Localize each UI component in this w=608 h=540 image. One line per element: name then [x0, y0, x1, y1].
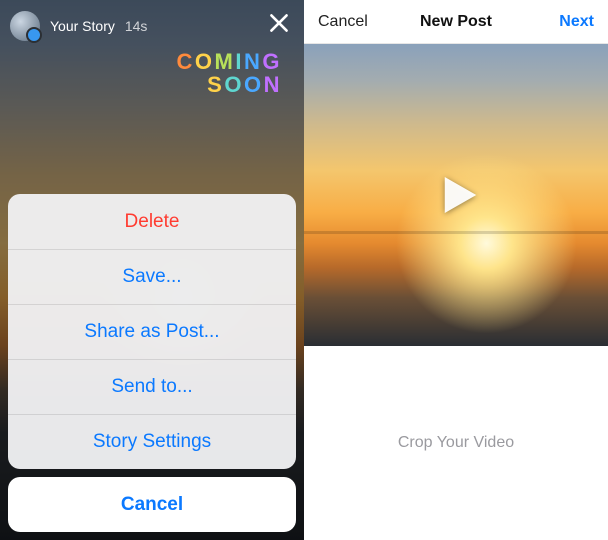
close-icon[interactable] — [266, 10, 292, 36]
nav-cancel-button[interactable]: Cancel — [318, 13, 378, 31]
story-title: Your Story — [50, 18, 115, 34]
story-settings-button[interactable]: Story Settings — [8, 414, 296, 469]
video-preview[interactable] — [304, 44, 608, 346]
crop-hint-area: Crop Your Video — [304, 346, 608, 540]
cancel-button[interactable]: Cancel — [8, 477, 296, 532]
action-sheet-group: Delete Save... Share as Post... Send to.… — [8, 194, 296, 469]
save-button[interactable]: Save... — [8, 249, 296, 304]
nav-bar: Cancel New Post Next — [304, 0, 608, 44]
new-post-pane: Cancel New Post Next Crop Your Video — [304, 0, 608, 540]
share-as-post-button[interactable]: Share as Post... — [8, 304, 296, 359]
crop-hint-label: Crop Your Video — [398, 434, 514, 452]
send-to-button[interactable]: Send to... — [8, 359, 296, 414]
delete-button[interactable]: Delete — [8, 194, 296, 249]
story-viewer-pane: Your Story 14s COMING SOON Delete Save..… — [0, 0, 304, 540]
nav-title: New Post — [420, 13, 492, 31]
play-icon[interactable] — [429, 168, 483, 222]
nav-next-button[interactable]: Next — [534, 13, 594, 31]
coming-soon-sticker: COMING SOON — [177, 50, 282, 96]
action-sheet: Delete Save... Share as Post... Send to.… — [8, 194, 296, 532]
avatar[interactable] — [10, 11, 40, 41]
story-timestamp: 14s — [125, 18, 148, 34]
story-header: Your Story 14s — [10, 8, 294, 44]
